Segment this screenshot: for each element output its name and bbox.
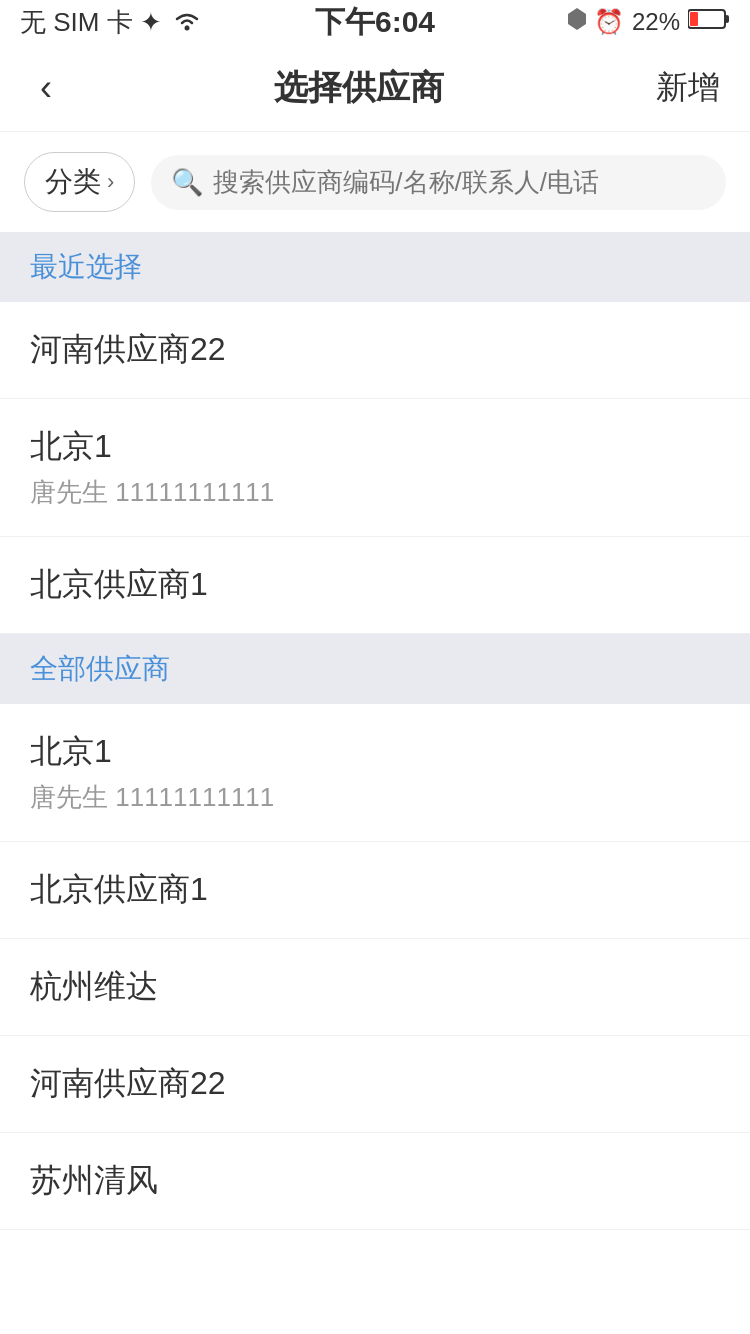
all-section-header: 全部供应商 bbox=[0, 634, 750, 704]
item-name: 北京供应商1 bbox=[30, 563, 720, 607]
item-name: 河南供应商22 bbox=[30, 1062, 720, 1106]
location-icon bbox=[568, 8, 586, 36]
search-icon: 🔍 bbox=[171, 167, 203, 198]
status-left: 无 SIM 卡 ✦ bbox=[20, 5, 202, 40]
svg-point-0 bbox=[184, 25, 189, 30]
all-section-label: 全部供应商 bbox=[30, 653, 170, 684]
list-item[interactable]: 北京供应商1 bbox=[0, 537, 750, 634]
list-item[interactable]: 北京1 唐先生 11111111111 bbox=[0, 399, 750, 537]
alarm-icon: ⏰ bbox=[594, 8, 624, 36]
item-name: 北京1 bbox=[30, 425, 720, 469]
item-sub: 唐先生 11111111111 bbox=[30, 475, 720, 510]
back-button[interactable]: ‹ bbox=[30, 57, 62, 119]
item-sub: 唐先生 11111111111 bbox=[30, 780, 720, 815]
svg-rect-3 bbox=[690, 12, 698, 26]
chevron-right-icon: › bbox=[107, 169, 114, 195]
nav-bar: ‹ 选择供应商 新增 bbox=[0, 44, 750, 132]
page-title: 选择供应商 bbox=[274, 65, 444, 111]
recent-section-header: 最近选择 bbox=[0, 232, 750, 302]
list-item[interactable]: 苏州清风 bbox=[0, 1133, 750, 1230]
category-button[interactable]: 分类 › bbox=[24, 152, 135, 212]
list-item[interactable]: 杭州维达 bbox=[0, 939, 750, 1036]
list-item[interactable]: 河南供应商22 bbox=[0, 1036, 750, 1133]
item-name: 苏州清风 bbox=[30, 1159, 720, 1203]
status-time: 下午6:04 bbox=[315, 2, 435, 43]
item-name: 河南供应商22 bbox=[30, 328, 720, 372]
item-name: 北京供应商1 bbox=[30, 868, 720, 912]
battery-icon bbox=[688, 8, 730, 36]
status-bar: 无 SIM 卡 ✦ 下午6:04 ⏰ 22% bbox=[0, 0, 750, 44]
list-item[interactable]: 北京供应商1 bbox=[0, 842, 750, 939]
item-name: 杭州维达 bbox=[30, 965, 720, 1009]
wifi-icon bbox=[172, 7, 202, 38]
status-right: ⏰ 22% bbox=[568, 8, 730, 36]
list-item[interactable]: 北京1 唐先生 11111111111 bbox=[0, 704, 750, 842]
battery-label: 22% bbox=[632, 8, 680, 36]
recent-items-list: 河南供应商22 北京1 唐先生 11111111111 北京供应商1 bbox=[0, 302, 750, 634]
new-action-button[interactable]: 新增 bbox=[656, 66, 720, 110]
search-box: 🔍 bbox=[151, 155, 726, 210]
search-input[interactable] bbox=[213, 167, 706, 198]
svg-rect-2 bbox=[725, 15, 729, 23]
list-item[interactable]: 河南供应商22 bbox=[0, 302, 750, 399]
filter-bar: 分类 › 🔍 bbox=[0, 132, 750, 232]
all-items-list: 北京1 唐先生 11111111111 北京供应商1 杭州维达河南供应商22 苏州清风 bbox=[0, 704, 750, 1230]
item-name: 北京1 bbox=[30, 730, 720, 774]
recent-section-label: 最近选择 bbox=[30, 251, 142, 282]
no-sim-label: 无 SIM 卡 ✦ bbox=[20, 5, 162, 40]
category-label: 分类 bbox=[45, 163, 101, 201]
